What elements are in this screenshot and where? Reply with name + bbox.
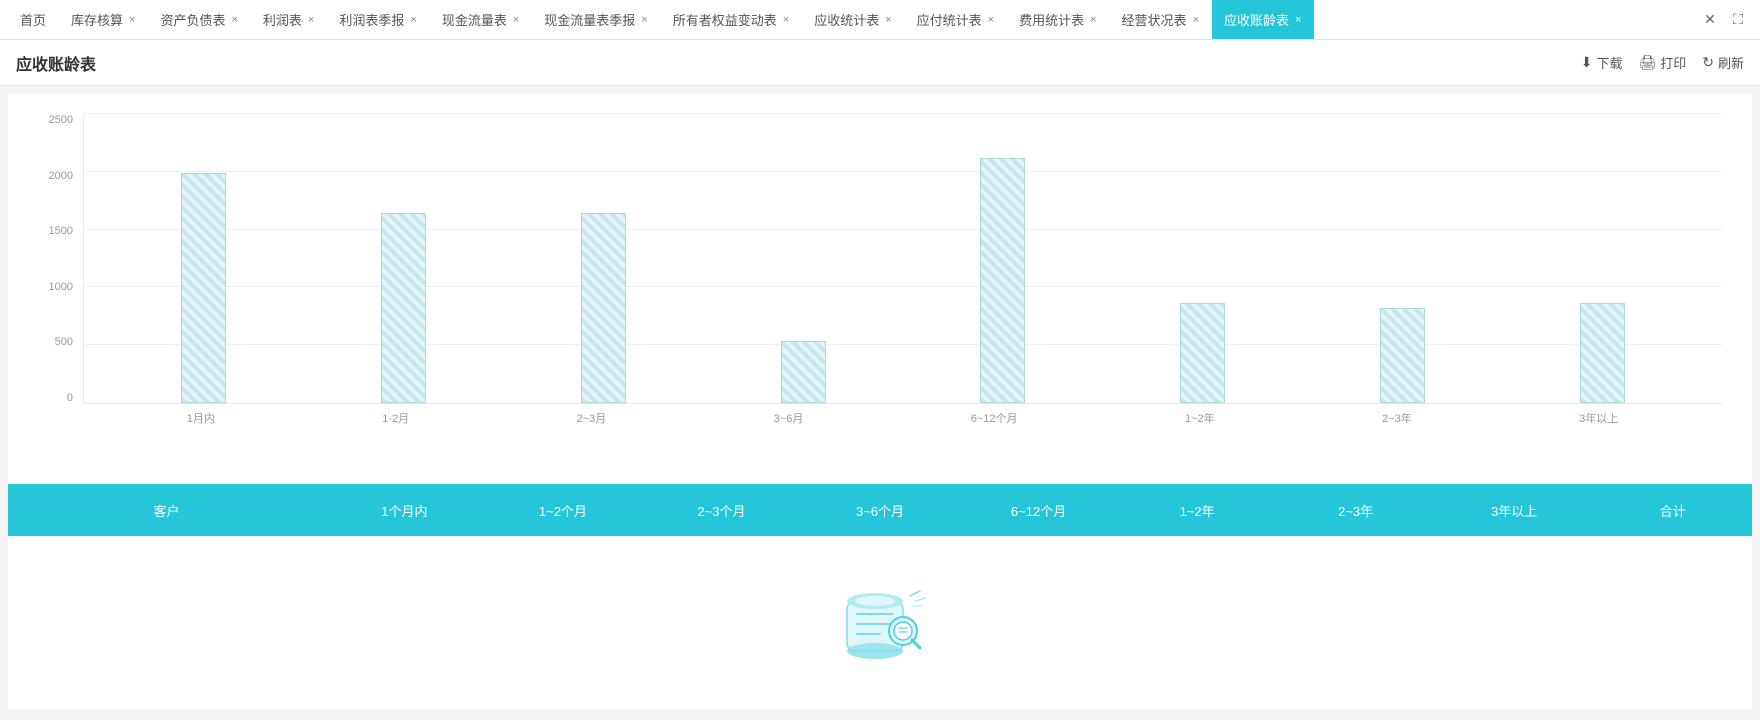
- col-3y-plus: 3年以上: [1435, 501, 1594, 520]
- header-actions: ⬇ 下载 🖨 打印 ↻ 刷新: [1581, 53, 1744, 72]
- tab-cashflow-close[interactable]: ×: [513, 14, 519, 26]
- page-title: 应收账龄表: [16, 51, 96, 75]
- col-2-3m: 2~3个月: [642, 501, 801, 520]
- x-label-7: 2~3年: [1382, 404, 1412, 434]
- window-controls: ✕ ⛶: [1700, 10, 1752, 30]
- col-3-6m: 3~6个月: [801, 501, 960, 520]
- col-total: 合计: [1593, 501, 1752, 520]
- tab-expense-stat-close[interactable]: ×: [1090, 14, 1096, 26]
- col-6-12m: 6~12个月: [959, 501, 1118, 520]
- bar-6: [1180, 303, 1225, 403]
- x-label-5: 6~12个月: [971, 404, 1018, 434]
- tab-profit-quarter[interactable]: 利润表季报 ×: [327, 0, 429, 40]
- tab-balance-close[interactable]: ×: [231, 14, 237, 26]
- bar-2: [381, 213, 426, 403]
- bar-3: [581, 213, 626, 403]
- bar-1: [181, 173, 226, 403]
- print-icon: 🖨: [1638, 54, 1656, 71]
- col-1-2m: 1~2个月: [484, 501, 643, 520]
- download-icon: ⬇: [1581, 54, 1593, 71]
- window-close-button[interactable]: ✕: [1700, 10, 1720, 30]
- tab-expense-stat[interactable]: 费用统计表 ×: [1007, 0, 1109, 40]
- tab-home[interactable]: 首页: [8, 0, 59, 40]
- chart-area: 0 500 1000 1500 2000 2500: [8, 94, 1752, 484]
- table-header: 客户 1个月内 1~2个月 2~3个月 3~6个月 6~12个月 1~2年 2~…: [8, 484, 1752, 536]
- y-label-2500: 2500: [49, 114, 73, 126]
- tab-equity[interactable]: 所有者权益变动表 ×: [661, 0, 802, 40]
- x-label-2: 1-2月: [382, 404, 409, 434]
- chart-inner: [83, 114, 1722, 404]
- bar-group-2: [381, 213, 426, 403]
- tab-cashflow-quarter[interactable]: 现金流量表季报 ×: [532, 0, 660, 40]
- page-header: 应收账龄表 ⬇ 下载 🖨 打印 ↻ 刷新: [0, 40, 1760, 86]
- bar-8: [1580, 303, 1625, 403]
- x-axis: 1月内 1-2月 2~3月 3~6月 6~12个月 1~2年 2~3年 3年以上: [83, 404, 1722, 434]
- tab-cashflow[interactable]: 现金流量表 ×: [430, 0, 532, 40]
- col-1m: 1个月内: [325, 501, 484, 520]
- y-label-500: 500: [55, 336, 73, 348]
- bar-group-1: [181, 173, 226, 403]
- x-label-1: 1月内: [187, 404, 215, 434]
- y-label-1500: 1500: [49, 225, 73, 237]
- bar-5: [980, 158, 1025, 403]
- tab-ar-stat-close[interactable]: ×: [885, 14, 891, 26]
- tab-ap-stat[interactable]: 应付统计表 ×: [905, 0, 1007, 40]
- tab-business[interactable]: 经营状况表 ×: [1110, 0, 1212, 40]
- x-label-3: 2~3月: [577, 404, 607, 434]
- bar-4: [781, 341, 826, 403]
- main-content: 0 500 1000 1500 2000 2500: [8, 94, 1752, 709]
- bar-7: [1380, 308, 1425, 403]
- y-label-1000: 1000: [49, 281, 73, 293]
- bar-group-7: [1380, 308, 1425, 403]
- tab-ar-aging[interactable]: 应收账龄表 ×: [1212, 0, 1314, 40]
- tab-cashflow-quarter-close[interactable]: ×: [641, 14, 647, 26]
- table-body: [8, 536, 1752, 709]
- x-label-6: 1~2年: [1185, 404, 1215, 434]
- y-axis: 0 500 1000 1500 2000 2500: [38, 114, 78, 404]
- bar-group-5: [980, 158, 1025, 403]
- tab-profit-quarter-close[interactable]: ×: [410, 14, 416, 26]
- x-label-4: 3~6月: [774, 404, 804, 434]
- print-button[interactable]: 🖨 打印: [1638, 53, 1686, 72]
- tab-balance[interactable]: 资产负债表 ×: [148, 0, 250, 40]
- refresh-icon: ↻: [1702, 54, 1714, 71]
- bars-container: [84, 114, 1722, 403]
- y-label-0: 0: [67, 392, 73, 404]
- chart-container: 0 500 1000 1500 2000 2500: [38, 114, 1722, 434]
- tab-equity-close[interactable]: ×: [783, 14, 789, 26]
- refresh-button[interactable]: ↻ 刷新: [1702, 53, 1744, 72]
- y-label-2000: 2000: [49, 170, 73, 182]
- tab-business-close[interactable]: ×: [1193, 14, 1199, 26]
- col-1-2y: 1~2年: [1118, 501, 1277, 520]
- empty-state-icon: [825, 576, 935, 669]
- tab-profit-close[interactable]: ×: [308, 14, 314, 26]
- tab-stock-close[interactable]: ×: [129, 14, 135, 26]
- tab-stock[interactable]: 库存核算 ×: [59, 0, 148, 40]
- col-2-3y: 2~3年: [1276, 501, 1435, 520]
- window-maximize-button[interactable]: ⛶: [1728, 10, 1748, 30]
- tab-ar-aging-close[interactable]: ×: [1295, 14, 1301, 26]
- tab-profit[interactable]: 利润表 ×: [251, 0, 327, 40]
- tab-ar-stat[interactable]: 应收统计表 ×: [802, 0, 904, 40]
- bar-group-3: [581, 213, 626, 403]
- x-label-8: 3年以上: [1579, 404, 1618, 434]
- bar-group-6: [1180, 303, 1225, 403]
- bar-group-8: [1580, 303, 1625, 403]
- tab-ap-stat-close[interactable]: ×: [988, 14, 994, 26]
- col-customer: 客户: [8, 501, 325, 520]
- tab-bar: 首页 库存核算 × 资产负债表 × 利润表 × 利润表季报 × 现金流量表 × …: [0, 0, 1760, 40]
- bar-group-4: [781, 341, 826, 403]
- download-button[interactable]: ⬇ 下载: [1581, 53, 1623, 72]
